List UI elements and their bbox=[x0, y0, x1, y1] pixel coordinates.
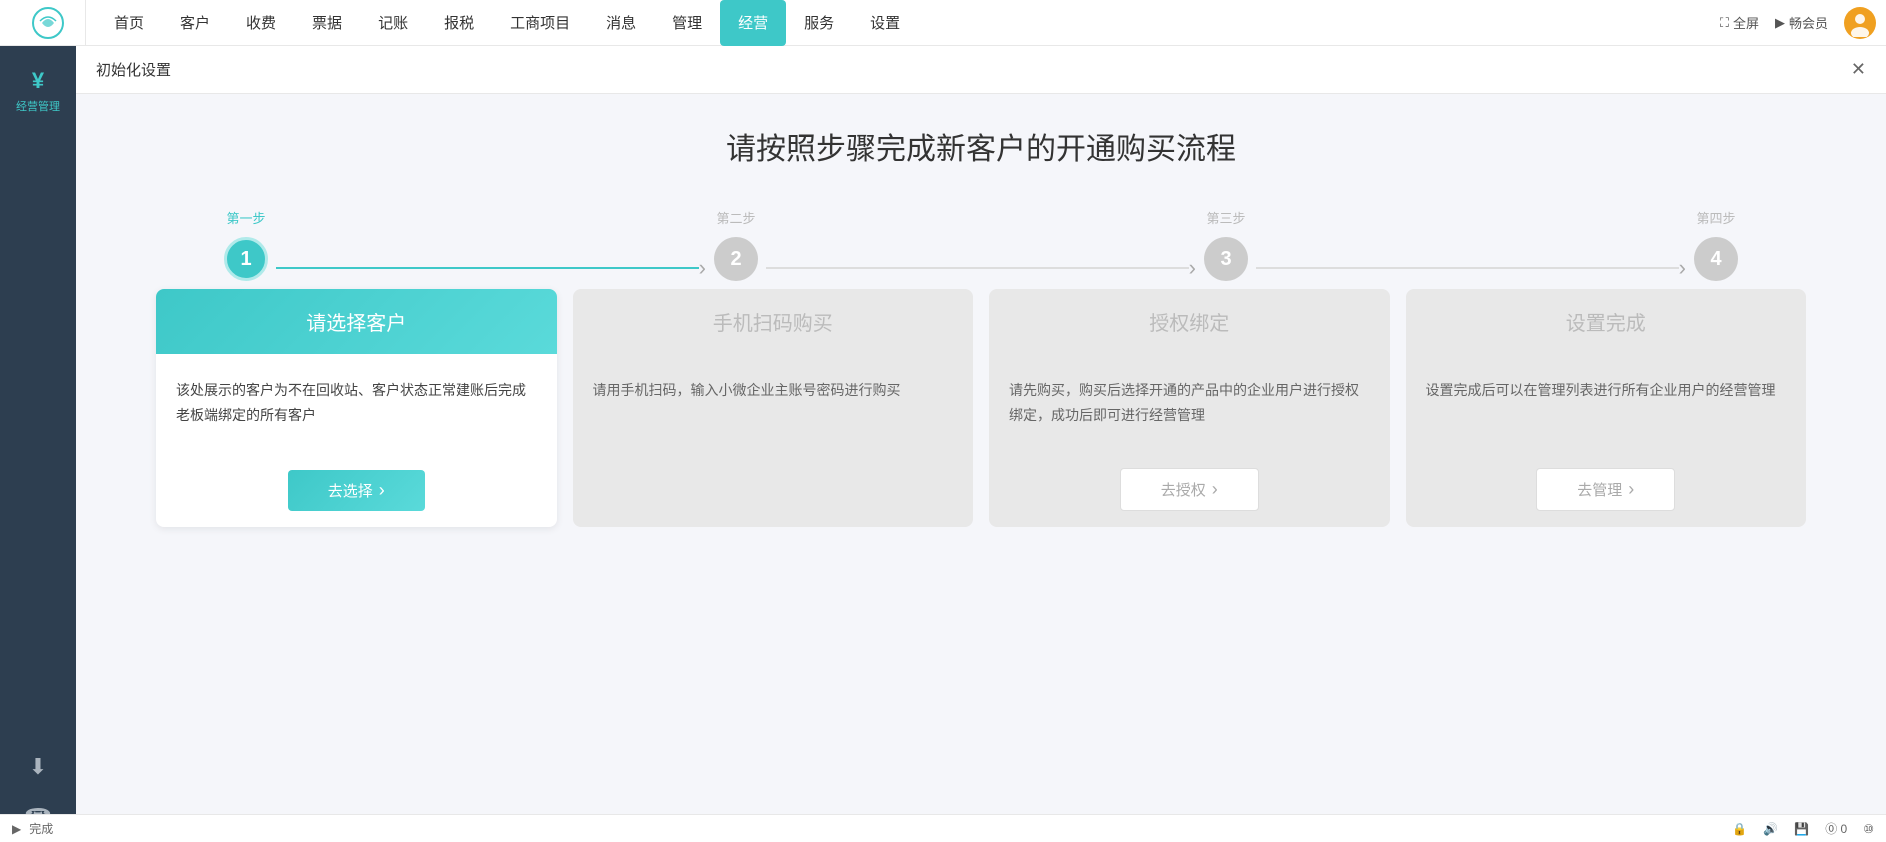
step3-label: 第三步 bbox=[1206, 208, 1245, 227]
step2-card: 手机扫码购买 请用手机扫码，输入小微企业主账号密码进行购买 bbox=[573, 289, 974, 527]
step2-label: 第二步 bbox=[716, 208, 755, 227]
yuan-icon: ¥ bbox=[32, 68, 44, 94]
nav-home[interactable]: 首页 bbox=[96, 0, 162, 46]
update-icon: ⑩ bbox=[1863, 822, 1874, 836]
step3-btn[interactable]: 去授权 › bbox=[1120, 468, 1259, 511]
nav-tax[interactable]: 报税 bbox=[426, 0, 492, 46]
step4-btn-arrow: › bbox=[1628, 479, 1634, 500]
vip-icon: ▶ bbox=[1775, 15, 1785, 31]
step2-card-header: 手机扫码购买 bbox=[573, 289, 974, 354]
avatar-icon bbox=[1846, 9, 1874, 37]
fullscreen-btn[interactable]: ⛶ 全屏 bbox=[1720, 13, 1759, 32]
step2-card-body: 请用手机扫码，输入小微企业主账号密码进行购买 bbox=[573, 354, 974, 495]
page-title: 初始化设置 bbox=[96, 59, 171, 80]
step4-btn[interactable]: 去管理 › bbox=[1536, 468, 1675, 511]
nav-settings[interactable]: 设置 bbox=[852, 0, 918, 46]
status-bar-right: 🔒 🔊 💾 ⓪ 0 ⑩ bbox=[1732, 820, 1874, 837]
nav-service[interactable]: 服务 bbox=[786, 0, 852, 46]
step1-card: 请选择客户 该处展示的客户为不在回收站、客户状态正常建账后完成老板端绑定的所有客… bbox=[156, 289, 557, 527]
page-header: 初始化设置 ✕ bbox=[76, 46, 1886, 94]
step3-card-body: 请先购买，购买后选择开通的产品中的企业用户进行授权绑定，成功后即可进行经营管理 bbox=[989, 354, 1390, 452]
vip-label: 畅会员 bbox=[1789, 13, 1828, 32]
step1-btn-arrow: › bbox=[379, 480, 385, 501]
step4-card-body: 设置完成后可以在管理列表进行所有企业用户的经营管理 bbox=[1406, 354, 1807, 452]
main-content: 初始化设置 ✕ 请按照步骤完成新客户的开通购买流程 第一步 1 bbox=[76, 46, 1886, 842]
step2-card-footer bbox=[573, 495, 974, 527]
step-cards: 请选择客户 该处展示的客户为不在回收站、客户状态正常建账后完成老板端绑定的所有客… bbox=[136, 289, 1826, 527]
main-layout: ¥ 经营管理 ⬇ ☎ 初始化设置 ✕ 请按照步骤完成新客户的开通购买流程 bbox=[0, 46, 1886, 842]
step3-card-footer: 去授权 › bbox=[989, 452, 1390, 527]
step4-label: 第四步 bbox=[1696, 208, 1735, 227]
step1-btn[interactable]: 去选择 › bbox=[288, 470, 425, 511]
sidebar-operation-label: 经营管理 bbox=[16, 98, 60, 114]
setup-container: 请按照步骤完成新客户的开通购买流程 第一步 1 › bbox=[76, 94, 1886, 842]
step4-card: 设置完成 设置完成后可以在管理列表进行所有企业用户的经营管理 去管理 › bbox=[1406, 289, 1807, 527]
step2-circle: 2 bbox=[714, 237, 758, 281]
save-icon: 💾 bbox=[1794, 822, 1809, 836]
nav-customer[interactable]: 客户 bbox=[162, 0, 228, 46]
sidebar-download-btn[interactable]: ⬇ bbox=[0, 742, 76, 792]
nav-operation[interactable]: 经营 bbox=[720, 0, 786, 46]
step4-card-footer: 去管理 › bbox=[1406, 452, 1807, 527]
sidebar: ¥ 经营管理 ⬇ ☎ bbox=[0, 46, 76, 842]
step1-card-header: 请选择客户 bbox=[156, 289, 557, 354]
download-icon: ⬇ bbox=[29, 754, 47, 780]
step4-card-header: 设置完成 bbox=[1406, 289, 1807, 354]
step3-circle: 3 bbox=[1204, 237, 1248, 281]
step1-circle: 1 bbox=[224, 237, 268, 281]
step3-card: 授权绑定 请先购买，购买后选择开通的产品中的企业用户进行授权绑定，成功后即可进行… bbox=[989, 289, 1390, 527]
volume-icon[interactable]: 🔊 bbox=[1763, 822, 1778, 836]
top-nav: 首页 客户 收费 票据 记账 报税 工商项目 消息 管理 经营 服务 设置 ⛶ … bbox=[0, 0, 1886, 46]
step4-circle: 4 bbox=[1694, 237, 1738, 281]
fullscreen-label: 全屏 bbox=[1733, 13, 1759, 32]
app-logo[interactable] bbox=[10, 0, 86, 46]
status-text: 完成 bbox=[29, 820, 53, 837]
nav-manage[interactable]: 管理 bbox=[654, 0, 720, 46]
close-button[interactable]: ✕ bbox=[1851, 59, 1866, 80]
nav-account[interactable]: 记账 bbox=[360, 0, 426, 46]
avatar[interactable] bbox=[1844, 7, 1876, 39]
nav-right: ⛶ 全屏 ▶ 畅会员 bbox=[1720, 7, 1876, 39]
setup-main-title: 请按照步骤完成新客户的开通购买流程 bbox=[136, 124, 1826, 168]
step1-label: 第一步 bbox=[226, 208, 265, 227]
nav-fee[interactable]: 收费 bbox=[228, 0, 294, 46]
logo-icon bbox=[32, 7, 64, 39]
play-icon[interactable]: ▶ bbox=[12, 822, 21, 836]
sidebar-item-operation[interactable]: ¥ 经营管理 bbox=[0, 56, 76, 126]
nav-business[interactable]: 工商项目 bbox=[492, 0, 588, 46]
step1-card-footer: 去选择 › bbox=[156, 454, 557, 527]
shield-icon: 🔒 bbox=[1732, 822, 1747, 836]
step3-btn-arrow: › bbox=[1212, 479, 1218, 500]
vip-btn[interactable]: ▶ 畅会员 bbox=[1775, 13, 1828, 32]
nav-items: 首页 客户 收费 票据 记账 报税 工商项目 消息 管理 经营 服务 设置 bbox=[86, 0, 1720, 46]
step3-card-header: 授权绑定 bbox=[989, 289, 1390, 354]
notif-count: ⓪ 0 bbox=[1825, 820, 1847, 837]
step1-card-body: 该处展示的客户为不在回收站、客户状态正常建账后完成老板端绑定的所有客户 bbox=[156, 354, 557, 454]
nav-message[interactable]: 消息 bbox=[588, 0, 654, 46]
status-bar: ▶ 完成 🔒 🔊 💾 ⓪ 0 ⑩ bbox=[0, 814, 1886, 842]
fullscreen-icon: ⛶ bbox=[1720, 15, 1729, 31]
nav-bill[interactable]: 票据 bbox=[294, 0, 360, 46]
